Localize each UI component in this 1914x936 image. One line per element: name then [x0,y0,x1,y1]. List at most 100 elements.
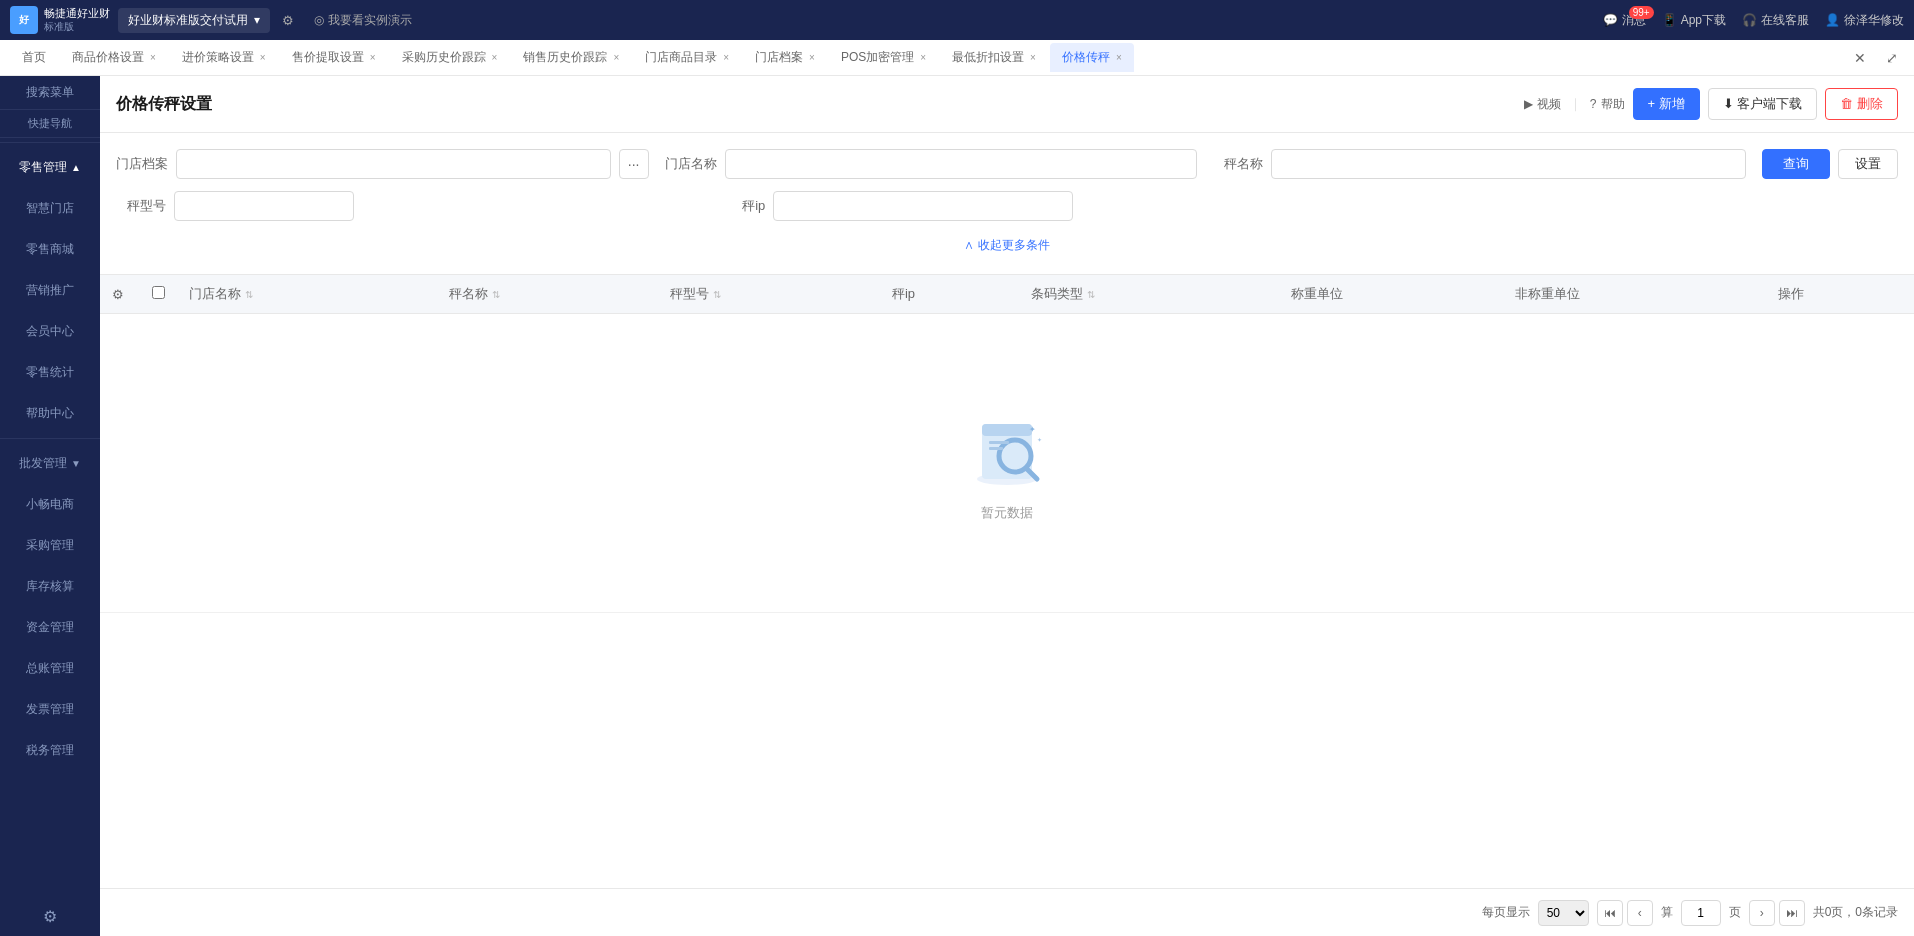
top-right: 💬 消息 99+ 📱 App下载 🎧 在线客服 👤 徐泽华修改 [1603,12,1904,29]
sidebar-divider-2 [0,438,100,439]
tab-pos-management-close[interactable]: × [920,52,926,63]
tab-sale-history[interactable]: 销售历史价跟踪 × [511,43,631,72]
download-label: ⬇ 客户端下载 [1723,95,1803,113]
select-all-checkbox[interactable] [152,286,165,299]
finance-label: 资金管理 [26,619,74,636]
tab-purchase-strategy[interactable]: 进价策略设置 × [170,43,278,72]
help-icon: ? [1590,97,1597,111]
tab-pos-management[interactable]: POS加密管理 × [829,43,938,72]
help-label: 帮助 [1601,96,1625,113]
tab-goods-price-close[interactable]: × [150,52,156,63]
product-selector[interactable]: 好业财标准版交付试用 ▾ [118,8,270,33]
store-name-sort-icon: ⇅ [245,289,253,300]
sidebar-item-member[interactable]: 会员中心 [0,311,100,352]
maximize-window-button[interactable]: ⤢ [1880,46,1904,70]
tab-store-catalog[interactable]: 门店商品目录 × [633,43,741,72]
content-area: 价格传秤设置 ▶ 视频 ｜ ? 帮助 + 新增 ⬇ 客户端下载 [100,76,1914,936]
sidebar-item-retail-stats[interactable]: 零售统计 [0,352,100,393]
sidebar-search[interactable]: 搜索菜单 [0,76,100,110]
first-page-button[interactable]: ⏮ [1597,900,1623,926]
message-button[interactable]: 💬 消息 99+ [1603,12,1646,29]
tab-min-discount[interactable]: 最低折扣设置 × [940,43,1048,72]
purchase-label: 采购管理 [26,537,74,554]
sidebar-item-general[interactable]: 总账管理 [0,648,100,689]
tab-store-catalog-close[interactable]: × [723,52,729,63]
sidebar-item-wholesale[interactable]: 批发管理 ▼ [0,443,100,484]
wholesale-label: 批发管理 [19,455,67,472]
download-icon: 📱 [1662,13,1677,27]
page-size-select[interactable]: 20 50 100 [1538,900,1589,926]
tab-store-archive-close[interactable]: × [809,52,815,63]
scale-model-input[interactable] [174,191,354,221]
search-button[interactable]: 查询 [1762,149,1830,179]
sidebar-item-retail-mall[interactable]: 零售商城 [0,229,100,270]
dropdown-icon: ▾ [254,13,260,27]
sidebar-item-inventory[interactable]: 库存核算 [0,566,100,607]
search-menu-label: 搜索菜单 [26,85,74,99]
sidebar-shortcut[interactable]: 快捷导航 [0,110,100,138]
next-page-button[interactable]: › [1749,900,1775,926]
download-button[interactable]: ⬇ 客户端下载 [1708,88,1818,120]
close-window-button[interactable]: ✕ [1848,46,1872,70]
help-link[interactable]: ? 帮助 [1590,96,1625,113]
scale-name-input[interactable] [1271,149,1746,179]
tab-min-discount-close[interactable]: × [1030,52,1036,63]
tab-sale-price-close[interactable]: × [370,52,376,63]
tax-label: 税务管理 [26,742,74,759]
online-service-button[interactable]: 🎧 在线客服 [1742,12,1809,29]
th-barcode-type-sort[interactable]: 条码类型 ⇅ [1031,285,1267,303]
tab-price-scale-close[interactable]: × [1116,52,1122,63]
tab-price-scale[interactable]: 价格传秤 × [1050,43,1134,72]
search-form: 门店档案 ··· 门店名称 秤名称 查询 设置 [100,133,1914,275]
prev-page-button[interactable]: ‹ [1627,900,1653,926]
sidebar-item-purchase[interactable]: 采购管理 [0,525,100,566]
tab-purchase-strategy-close[interactable]: × [260,52,266,63]
th-scale-name-sort[interactable]: 秤名称 ⇅ [449,285,647,303]
last-page-button[interactable]: ⏭ [1779,900,1805,926]
settings-form-button[interactable]: 设置 [1838,149,1898,179]
svg-text:✦: ✦ [1037,437,1042,443]
scale-model-item: 秤型号 [116,191,699,221]
demo-link[interactable]: ◎ 我要看实例演示 [314,12,412,29]
per-page-label: 每页显示 [1482,904,1530,921]
sidebar-settings-button[interactable]: ⚙ [0,897,100,936]
sidebar-item-invoice[interactable]: 发票管理 [0,689,100,730]
sidebar-item-xiaochang[interactable]: 小畅电商 [0,484,100,525]
store-archive-ellipsis-button[interactable]: ··· [619,149,649,179]
settings-button[interactable]: ⚙ [274,6,302,34]
sidebar-item-smart-store[interactable]: 智慧门店 [0,188,100,229]
page-label: 算 [1661,904,1673,921]
user-menu-button[interactable]: 👤 徐泽华修改 [1825,12,1904,29]
add-button[interactable]: + 新增 [1633,88,1700,120]
tab-goods-price[interactable]: 商品价格设置 × [60,43,168,72]
scale-ip-input[interactable] [773,191,1073,221]
app-name: 畅捷通好业财 [44,7,110,20]
th-scale-model-sort[interactable]: 秤型号 ⇅ [670,285,868,303]
page-number-input[interactable] [1681,900,1721,926]
message-icon: 💬 [1603,13,1618,27]
sidebar-item-retail[interactable]: 零售管理 ▲ [0,147,100,188]
scale-name-label: 秤名称 [1213,155,1263,173]
delete-button[interactable]: 🗑 删除 [1825,88,1898,120]
sidebar-item-finance[interactable]: 资金管理 [0,607,100,648]
tab-home[interactable]: 首页 [10,43,58,72]
video-link[interactable]: ▶ 视频 [1524,96,1561,113]
tab-purchase-history-close[interactable]: × [492,52,498,63]
th-settings-icon[interactable]: ⚙ [112,287,124,302]
sidebar-item-tax[interactable]: 税务管理 [0,730,100,771]
store-archive-input[interactable] [176,149,611,179]
th-store-name-sort[interactable]: 门店名称 ⇅ [189,285,425,303]
svg-rect-6 [989,447,1003,450]
tab-store-archive[interactable]: 门店档案 × [743,43,827,72]
sidebar-item-help[interactable]: 帮助中心 [0,393,100,434]
member-label: 会员中心 [26,323,74,340]
sidebar-item-marketing[interactable]: 营销推广 [0,270,100,311]
app-download-button[interactable]: 📱 App下载 [1662,12,1726,29]
store-name-input[interactable] [725,149,1198,179]
collapse-button[interactable]: ∧ 收起更多条件 [116,233,1898,258]
tab-sale-price[interactable]: 售价提取设置 × [280,43,388,72]
tab-sale-history-close[interactable]: × [613,52,619,63]
wholesale-arrow-icon: ▼ [71,458,81,469]
empty-state-cell: ✦ ✦ 暂元数据 [100,314,1914,613]
tab-purchase-history[interactable]: 采购历史价跟踪 × [390,43,510,72]
